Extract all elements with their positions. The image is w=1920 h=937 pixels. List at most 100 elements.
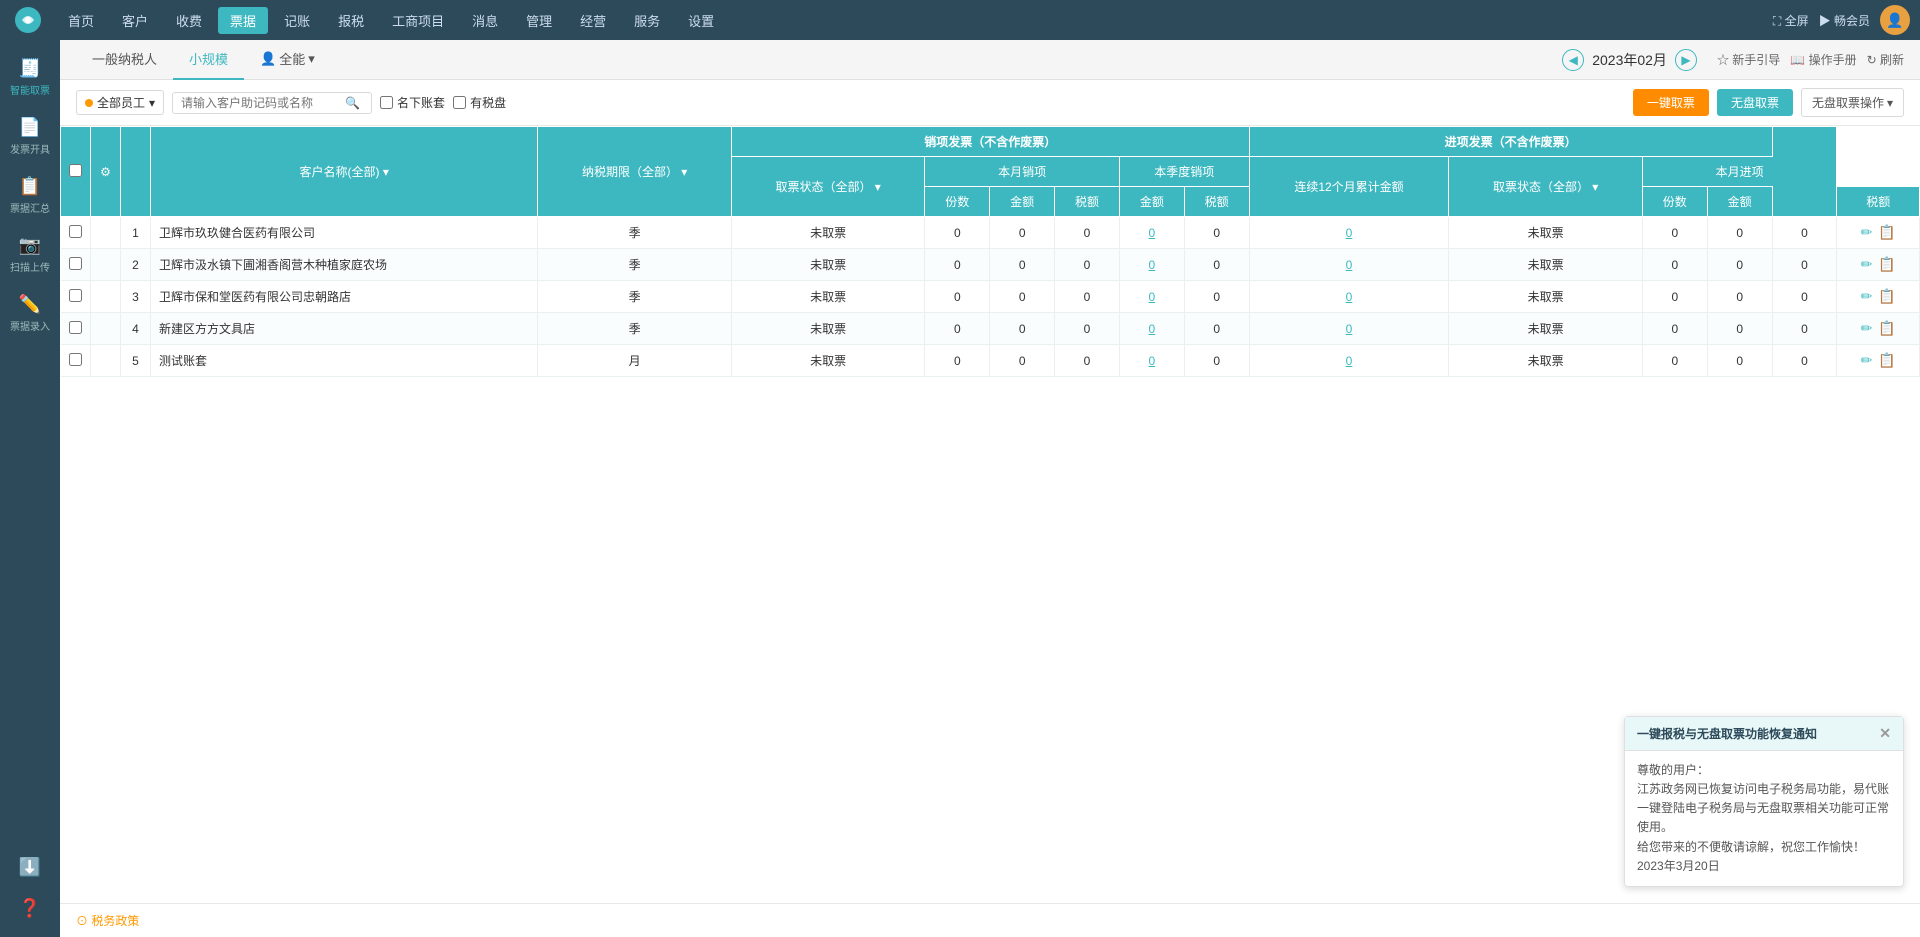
nav-service[interactable]: 服务: [622, 7, 672, 34]
row-checkbox[interactable]: [69, 225, 82, 238]
th-checkbox: [61, 127, 91, 217]
sidebar-item-smart-ticket[interactable]: 🧾 智能取票: [3, 50, 57, 105]
row-checkbox[interactable]: [69, 289, 82, 302]
row-sales-month-amount: 0: [990, 249, 1055, 281]
main-table: ⚙ 客户名称(全部) ▾ 纳税期限（全部） ▾ 销项发票（不含作废票） 进项发票: [60, 126, 1920, 377]
tab-small-scale[interactable]: 小规模: [173, 40, 244, 80]
user-avatar[interactable]: 👤: [1880, 5, 1910, 35]
fullscreen-btn[interactable]: ⛶ 全屏: [1773, 12, 1809, 29]
sidebar-item-invoice-entry[interactable]: ✏️ 票据录入: [3, 286, 57, 341]
search-icon[interactable]: 🔍: [345, 96, 360, 110]
nav-operate[interactable]: 经营: [568, 7, 618, 34]
row-no: 5: [121, 345, 151, 377]
select-all-checkbox[interactable]: [69, 164, 82, 177]
tax-period-filter-icon[interactable]: ▾: [681, 165, 687, 179]
detail-icon[interactable]: 📋: [1878, 256, 1895, 273]
th-sales-month-count: 份数: [925, 187, 990, 217]
row-no: 4: [121, 313, 151, 345]
has-tax-device-checkbox-label[interactable]: 有税盘: [453, 94, 506, 111]
nav-settings[interactable]: 设置: [676, 7, 726, 34]
sidebar-item-label: 扫描上传: [10, 259, 50, 274]
sidebar-item-download[interactable]: ⬇️: [3, 849, 57, 886]
under-account-checkbox[interactable]: [380, 96, 393, 109]
sidebar-item-label: 票据汇总: [10, 200, 50, 215]
row-sales-month-amount: 0: [990, 313, 1055, 345]
row-cumulative: 0: [1249, 345, 1449, 377]
nav-tax[interactable]: 报税: [326, 7, 376, 34]
no-disk-ticket-ops-btn[interactable]: 无盘取票操作 ▾: [1801, 88, 1904, 117]
nav-message[interactable]: 消息: [460, 7, 510, 34]
one-click-ticket-btn[interactable]: 一键取票: [1633, 89, 1709, 116]
nav-manage[interactable]: 管理: [514, 7, 564, 34]
row-sales-cancel-status: 未取票: [731, 249, 925, 281]
tax-policy-link[interactable]: ⊙ 税务政策: [76, 914, 139, 928]
detail-icon[interactable]: 📋: [1878, 352, 1895, 369]
sidebar-item-invoice-summary[interactable]: 📋 票据汇总: [3, 168, 57, 223]
th-quarter-sales: 本季度销项: [1119, 157, 1249, 187]
sales-cancel-filter-icon[interactable]: ▾: [875, 180, 881, 194]
row-in-month-tax: 0: [1772, 313, 1837, 345]
edit-icon[interactable]: ✏: [1861, 288, 1873, 305]
tab-all[interactable]: 👤 全能 ▾: [244, 40, 331, 80]
nav-business[interactable]: 工商项目: [380, 7, 456, 34]
member-btn[interactable]: ▶ 畅会员: [1819, 12, 1870, 29]
th-month-in: 本月进项: [1642, 157, 1837, 187]
nav-accounting[interactable]: 记账: [272, 7, 322, 34]
notification-popup: 一键报税与无盘取票功能恢复通知 ✕ 尊敬的用户： 江苏政务网已恢复访问电子税务局…: [1624, 716, 1904, 887]
edit-icon[interactable]: ✏: [1861, 352, 1873, 369]
notification-close-btn[interactable]: ✕: [1879, 725, 1891, 742]
nav-invoice[interactable]: 票据: [218, 7, 268, 34]
row-in-month-tax: 0: [1772, 249, 1837, 281]
settings-icon[interactable]: ⚙: [100, 165, 111, 179]
detail-icon[interactable]: 📋: [1878, 288, 1895, 305]
next-month-btn[interactable]: ▶: [1675, 49, 1697, 71]
th-sales-group: 销项发票（不含作废票）: [731, 127, 1249, 157]
th-client-name: 客户名称(全部) ▾: [151, 127, 538, 217]
row-sales-cancel-status: 未取票: [731, 217, 925, 249]
row-sales-cancel-status: 未取票: [731, 345, 925, 377]
row-client-name: 卫辉市玖玖健合医药有限公司: [151, 217, 538, 249]
sidebar-item-invoice-issue[interactable]: 📄 发票开具: [3, 109, 57, 164]
row-sales-month-count: 0: [925, 281, 990, 313]
th-sales-month-amount: 金额: [990, 187, 1055, 217]
no-disk-ticket-btn[interactable]: 无盘取票: [1717, 89, 1793, 116]
row-in-month-count: 0: [1642, 217, 1707, 249]
sidebar-item-label: 智能取票: [10, 82, 50, 97]
row-checkbox-cell: [61, 249, 91, 281]
sidebar-item-help[interactable]: ❓: [3, 890, 57, 927]
sidebar-bottom: ⬇️ ❓: [3, 849, 57, 937]
client-name-filter-icon[interactable]: ▾: [383, 165, 389, 179]
has-tax-device-checkbox[interactable]: [453, 96, 466, 109]
row-checkbox[interactable]: [69, 257, 82, 270]
help-icon: ❓: [19, 898, 41, 919]
under-account-checkbox-label[interactable]: 名下账套: [380, 94, 445, 111]
edit-icon[interactable]: ✏: [1861, 320, 1873, 337]
row-client-name: 测试账套: [151, 345, 538, 377]
row-in-month-tax: 0: [1772, 281, 1837, 313]
nav-client[interactable]: 客户: [110, 7, 160, 34]
edit-icon[interactable]: ✏: [1861, 256, 1873, 273]
detail-icon[interactable]: 📋: [1878, 320, 1895, 337]
sidebar-item-label: 发票开具: [10, 141, 50, 156]
nav-fee[interactable]: 收费: [164, 7, 214, 34]
notification-title: 一键报税与无盘取票功能恢复通知: [1637, 725, 1817, 742]
row-client-name: 卫辉市保和堂医药有限公司忠朝路店: [151, 281, 538, 313]
search-input[interactable]: [181, 96, 341, 110]
detail-icon[interactable]: 📋: [1878, 224, 1895, 241]
edit-icon[interactable]: ✏: [1861, 224, 1873, 241]
manual-link[interactable]: 📖 操作手册: [1790, 51, 1856, 68]
nav-home[interactable]: 首页: [56, 7, 106, 34]
employee-select[interactable]: 全部员工 ▾: [76, 90, 164, 115]
new-guide-link[interactable]: ☆ 新手引导: [1717, 51, 1780, 68]
row-checkbox[interactable]: [69, 353, 82, 366]
row-sales-cancel-status: 未取票: [731, 313, 925, 345]
row-tax-period: 季: [538, 249, 732, 281]
tab-general-taxpayer[interactable]: 一般纳税人: [76, 40, 173, 80]
row-checkbox[interactable]: [69, 321, 82, 334]
all-tab-dropdown-icon[interactable]: ▾: [308, 51, 315, 67]
refresh-btn[interactable]: ↻ 刷新: [1867, 51, 1904, 68]
sidebar-item-scan-upload[interactable]: 📷 扫描上传: [3, 227, 57, 282]
prev-month-btn[interactable]: ◀: [1562, 49, 1584, 71]
sidebar: 🧾 智能取票 📄 发票开具 📋 票据汇总 📷 扫描上传 ✏️ 票据录入 ⬇️ ❓: [0, 40, 60, 937]
in-cancel-filter-icon[interactable]: ▾: [1592, 180, 1598, 194]
